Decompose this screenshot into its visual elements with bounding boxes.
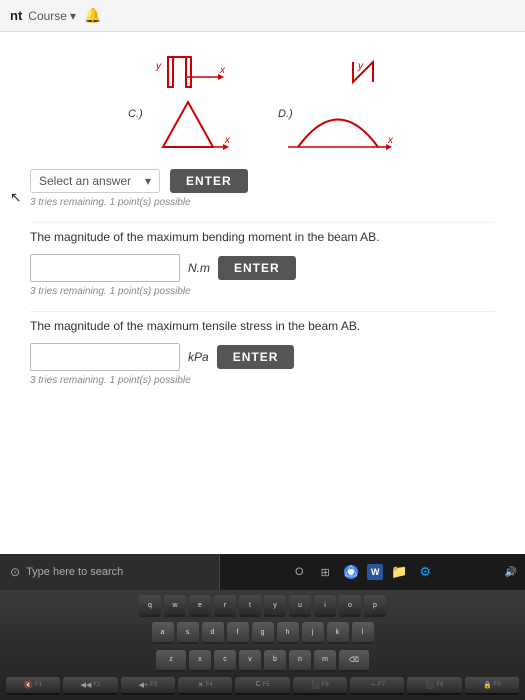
key-y[interactable]: y [264, 595, 286, 617]
search-text: Type here to search [26, 566, 123, 578]
bell-icon[interactable]: 🔔 [84, 7, 101, 24]
divider-1 [30, 222, 495, 223]
top-bar: nt Course ▾ 🔔 [0, 0, 525, 32]
key-c[interactable]: c [214, 650, 236, 672]
key-v[interactable]: v [239, 650, 261, 672]
key-u[interactable]: u [289, 595, 311, 617]
key-e[interactable]: e [189, 595, 211, 617]
fn-key-row: 🔇F1 ◀◀F2 ◀+F3 ✕F4 CF5 ⬛F6 →F7 ⬛F8 🔒F9 [6, 677, 519, 695]
search-bar[interactable]: ⊙ Type here to search [0, 554, 220, 590]
question-1-enter-button[interactable]: ENTER [218, 256, 296, 280]
divider-2 [30, 311, 495, 312]
key-s[interactable]: s [177, 622, 199, 644]
taskbar-right: 🔊 [505, 567, 525, 578]
question-1-unit: N.m [188, 261, 210, 275]
key-backspace[interactable]: ⌫ [339, 650, 369, 672]
diagrams-area: C.) y x x D. [30, 42, 495, 157]
fn-key-f4[interactable]: ✕F4 [178, 677, 232, 695]
taskbar-time: 🔊 [505, 567, 517, 578]
key-r[interactable]: r [214, 595, 236, 617]
key-p[interactable]: p [364, 595, 386, 617]
svg-text:x: x [219, 65, 226, 76]
select-answer-dropdown[interactable]: Select an answer ▾ [30, 169, 160, 193]
svg-text:x: x [224, 135, 231, 146]
page-title: nt [10, 8, 22, 23]
diagram-d-svg: D.) y x [278, 47, 398, 157]
question-1-block: The magnitude of the maximum bending mom… [30, 229, 495, 297]
key-h[interactable]: h [277, 622, 299, 644]
fn-key-f3[interactable]: ◀+F3 [121, 677, 175, 695]
question-1-tries: 3 tries remaining. 1 point(s) possible [30, 286, 495, 297]
question-2-tries: 3 tries remaining. 1 point(s) possible [30, 375, 495, 386]
key-w[interactable]: w [164, 595, 186, 617]
key-f[interactable]: f [227, 622, 249, 644]
answer-row: Select an answer ▾ ENTER [30, 169, 495, 193]
question-2-input-row: kPa ENTER [30, 343, 495, 371]
keyboard-area: q w e r t y u i o p a s d f g h j k l z … [0, 590, 525, 700]
course-dropdown-icon[interactable]: ▾ [70, 9, 76, 23]
taskbar: ⊙ Type here to search O ⊞ W 📁 ⚙ 🔊 [0, 554, 525, 590]
key-g[interactable]: g [252, 622, 274, 644]
key-l[interactable]: l [352, 622, 374, 644]
question-2-text: The magnitude of the maximum tensile str… [30, 318, 495, 335]
svg-text:y: y [357, 61, 364, 72]
taskbar-task-icon[interactable]: ⊞ [315, 562, 335, 582]
fn-key-f7[interactable]: →F7 [350, 677, 404, 695]
svg-text:x: x [387, 135, 394, 146]
key-x[interactable]: x [189, 650, 211, 672]
key-t[interactable]: t [239, 595, 261, 617]
taskbar-chrome-icon[interactable] [341, 562, 361, 582]
svg-text:C.): C.) [128, 108, 143, 120]
taskbar-icons: O ⊞ W 📁 ⚙ [220, 562, 505, 582]
taskbar-folder-icon[interactable]: 📁 [389, 562, 409, 582]
fn-key-f8[interactable]: ⬛F8 [407, 677, 461, 695]
key-d[interactable]: d [202, 622, 224, 644]
key-n[interactable]: n [289, 650, 311, 672]
fn-key-f2[interactable]: ◀◀F2 [63, 677, 117, 695]
answer-enter-button[interactable]: ENTER [170, 169, 248, 193]
fn-key-f9[interactable]: 🔒F9 [465, 677, 519, 695]
fn-key-f5[interactable]: CF5 [235, 677, 289, 695]
taskbar-settings-icon[interactable]: ⚙ [415, 562, 435, 582]
key-i[interactable]: i [314, 595, 336, 617]
key-k[interactable]: k [327, 622, 349, 644]
question-1-text: The magnitude of the maximum bending mom… [30, 229, 495, 246]
key-z[interactable]: z [156, 650, 186, 672]
question-1-input[interactable] [30, 254, 180, 282]
diagram-c: C.) y x x [128, 47, 248, 157]
key-b[interactable]: b [264, 650, 286, 672]
key-a[interactable]: a [152, 622, 174, 644]
svg-text:y: y [155, 61, 162, 72]
key-m[interactable]: m [314, 650, 336, 672]
select-answer-label: Select an answer [39, 174, 131, 188]
svg-text:D.): D.) [278, 108, 293, 120]
key-row-1: q w e r t y u i o p [6, 595, 519, 617]
fn-key-f1[interactable]: 🔇F1 [6, 677, 60, 695]
question-2-unit: kPa [188, 350, 209, 364]
key-o[interactable]: o [339, 595, 361, 617]
cursor-icon: ↖ [10, 189, 22, 206]
course-label: Course [28, 9, 67, 23]
answer-tries-text: 3 tries remaining. 1 point(s) possible [30, 197, 495, 208]
question-2-input[interactable] [30, 343, 180, 371]
taskbar-word-icon[interactable]: W [367, 564, 383, 580]
dropdown-icon: ▾ [145, 174, 151, 188]
key-j[interactable]: j [302, 622, 324, 644]
question-2-enter-button[interactable]: ENTER [217, 345, 295, 369]
question-1-input-row: N.m ENTER [30, 254, 495, 282]
main-content: C.) y x x D. [0, 32, 525, 554]
course-nav[interactable]: Course ▾ [28, 9, 76, 23]
taskbar-cortana-icon[interactable]: O [289, 562, 309, 582]
key-q[interactable]: q [139, 595, 161, 617]
diagram-d: D.) y x [278, 47, 398, 157]
search-icon: ⊙ [10, 565, 20, 579]
key-row-3: z x c v b n m ⌫ [6, 650, 519, 672]
fn-key-f6[interactable]: ⬛F6 [293, 677, 347, 695]
question-2-block: The magnitude of the maximum tensile str… [30, 318, 495, 386]
diagram-c-svg: C.) y x x [128, 47, 248, 157]
key-row-2: a s d f g h j k l [6, 622, 519, 644]
